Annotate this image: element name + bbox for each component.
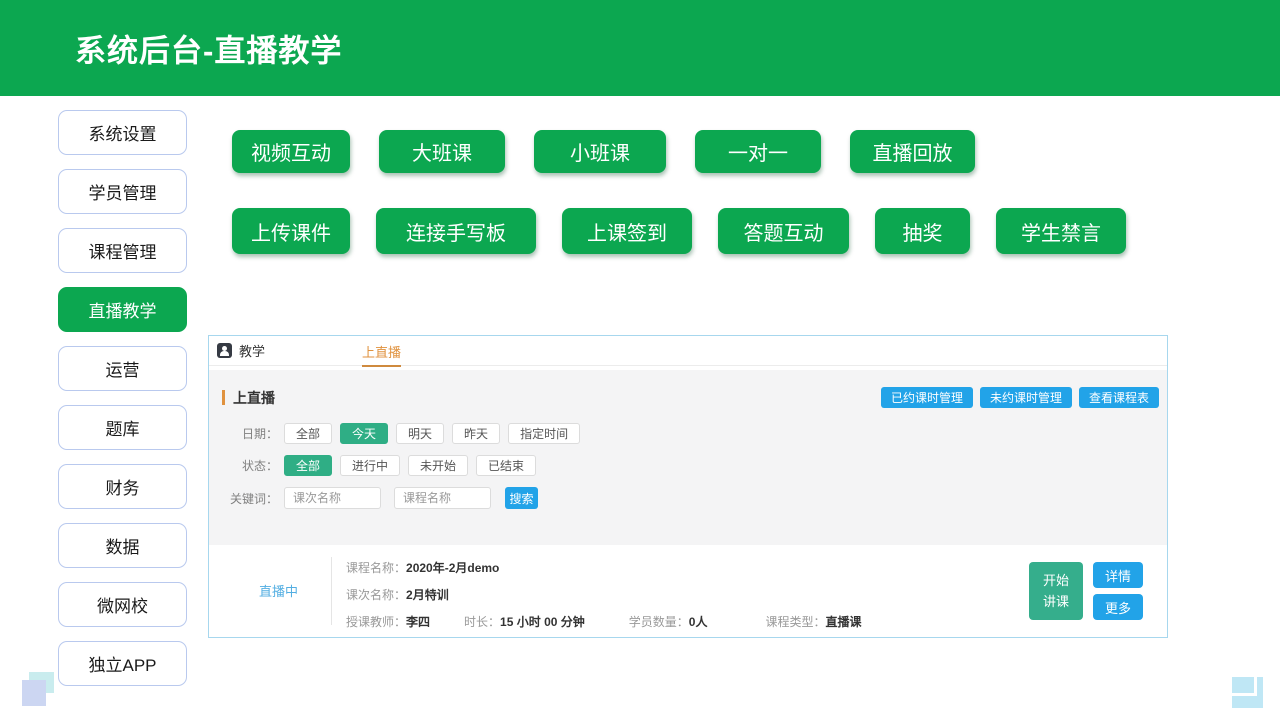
date-filter-label: 日期： [216,425,278,442]
section-head: 上直播 已约课时管理 未约课时管理 查看课程表 [209,370,1167,418]
start-teaching-line1: 开始 [1043,570,1069,591]
sidebar-item-finance[interactable]: 财务 [58,464,187,509]
course-type-label: 课程类型： [765,613,825,630]
feature-row-2: 上传课件 连接手写板 上课签到 答题互动 抽奖 学生禁言 [232,208,1126,254]
sidebar-item-student-management[interactable]: 学员管理 [58,169,187,214]
person-app-icon [217,343,232,358]
orange-accent-bar [222,390,225,405]
filter-row-status: 状态： 全部 进行中 未开始 已结束 [209,455,1167,476]
live-admin-panel: 教学 上直播 上直播 已约课时管理 未约课时管理 查看课程表 日期： 全部 今天… [208,335,1168,638]
feature-one-on-one-button[interactable]: 一对一 [695,130,821,173]
feature-connect-tablet-button[interactable]: 连接手写板 [376,208,536,254]
date-option-yesterday[interactable]: 昨天 [452,423,500,444]
duration-label: 时长： [464,613,500,630]
sidebar-item-operations[interactable]: 运营 [58,346,187,391]
feature-large-class-button[interactable]: 大班课 [379,130,505,173]
status-option-ongoing[interactable]: 进行中 [340,455,400,476]
students-value: 0人 [689,613,708,630]
filter-row-date: 日期： 全部 今天 明天 昨天 指定时间 [209,423,1167,444]
view-timetable-button[interactable]: 查看课程表 [1079,387,1159,408]
status-option-all[interactable]: 全部 [284,455,332,476]
course-name-line: 课程名称： 2020年-2月demo [346,559,861,575]
feature-lottery-button[interactable]: 抽奖 [875,208,970,254]
row-divider [331,557,332,625]
sidebar-item-standalone-app[interactable]: 独立APP [58,641,187,686]
sidebar-item-live-teaching[interactable]: 直播教学 [58,287,187,332]
teacher-value: 李四 [406,613,430,630]
lesson-name-input[interactable] [284,487,381,509]
detail-button[interactable]: 详情 [1093,562,1143,588]
teacher-label: 授课教师： [346,613,406,630]
feature-class-signin-button[interactable]: 上课签到 [562,208,692,254]
status-filter-label: 状态： [216,457,278,474]
feature-small-class-button[interactable]: 小班课 [534,130,666,173]
panel-filter-area: 上直播 已约课时管理 未约课时管理 查看课程表 日期： 全部 今天 明天 昨天 … [209,370,1167,545]
course-name-input[interactable] [394,487,491,509]
lesson-name-label: 课次名称： [346,586,406,603]
search-button[interactable]: 搜索 [505,487,538,509]
start-teaching-line2: 讲课 [1043,591,1069,612]
date-option-all[interactable]: 全部 [284,423,332,444]
status-option-ended[interactable]: 已结束 [476,455,536,476]
more-button[interactable]: 更多 [1093,594,1143,620]
feature-row-1: 视频互动 大班课 小班课 一对一 直播回放 [232,130,975,173]
feature-video-interaction-button[interactable]: 视频互动 [232,130,350,173]
lesson-name-line: 课次名称： 2月特训 [346,586,861,602]
decor-square-bottom-right-outline [1219,670,1257,696]
feature-quiz-interaction-button[interactable]: 答题互动 [718,208,849,254]
section-title: 上直播 [233,388,275,408]
header-bar: 系统后台-直播教学 [0,0,1280,96]
section-actions: 已约课时管理 未约课时管理 查看课程表 [874,387,1159,408]
filter-row-keyword: 关键词： 搜索 [209,487,1167,509]
course-list-row: 直播中 课程名称： 2020年-2月demo 课次名称： 2月特训 授课教师： … [209,545,1167,637]
students-label: 学员数量： [629,613,689,630]
course-type-value: 直播课 [825,613,861,630]
tab-go-live[interactable]: 上直播 [362,336,401,366]
booked-lessons-button[interactable]: 已约课时管理 [881,387,973,408]
date-option-today[interactable]: 今天 [340,423,388,444]
decor-square-bottom-left-lavender [22,680,46,706]
course-name-value: 2020年-2月demo [406,559,499,576]
app-label: 教学 [239,341,265,360]
feature-live-replay-button[interactable]: 直播回放 [850,130,975,173]
sidebar-item-course-management[interactable]: 课程管理 [58,228,187,273]
tab-go-live-label: 上直播 [362,342,401,361]
sidebar-item-micro-school[interactable]: 微网校 [58,582,187,627]
lesson-name-value: 2月特训 [406,586,449,603]
course-name-label: 课程名称： [346,559,406,576]
sidebar: 系统设置 学员管理 课程管理 直播教学 运营 题库 财务 数据 微网校 独立AP… [58,110,187,700]
section-title-wrap: 上直播 [222,388,275,408]
panel-tabbar: 教学 上直播 [209,336,1167,366]
sidebar-item-system-settings[interactable]: 系统设置 [58,110,187,155]
sidebar-item-data[interactable]: 数据 [58,523,187,568]
live-status-badge: 直播中 [259,581,298,600]
start-teaching-button[interactable]: 开始 讲课 [1029,562,1083,620]
status-option-not-started[interactable]: 未开始 [408,455,468,476]
feature-mute-students-button[interactable]: 学生禁言 [996,208,1126,254]
date-option-custom[interactable]: 指定时间 [508,423,580,444]
unbooked-lessons-button[interactable]: 未约课时管理 [980,387,1072,408]
duration-value: 15 小时 00 分钟 [500,613,585,630]
page-title: 系统后台-直播教学 [75,26,342,71]
keyword-filter-label: 关键词： [216,490,278,507]
feature-upload-courseware-button[interactable]: 上传课件 [232,208,350,254]
date-option-tomorrow[interactable]: 明天 [396,423,444,444]
course-meta-line: 授课教师： 李四 时长： 15 小时 00 分钟 学员数量： 0人 课程类型： … [346,613,861,629]
course-details: 课程名称： 2020年-2月demo 课次名称： 2月特训 授课教师： 李四 时… [346,559,861,640]
sidebar-item-question-bank[interactable]: 题库 [58,405,187,450]
